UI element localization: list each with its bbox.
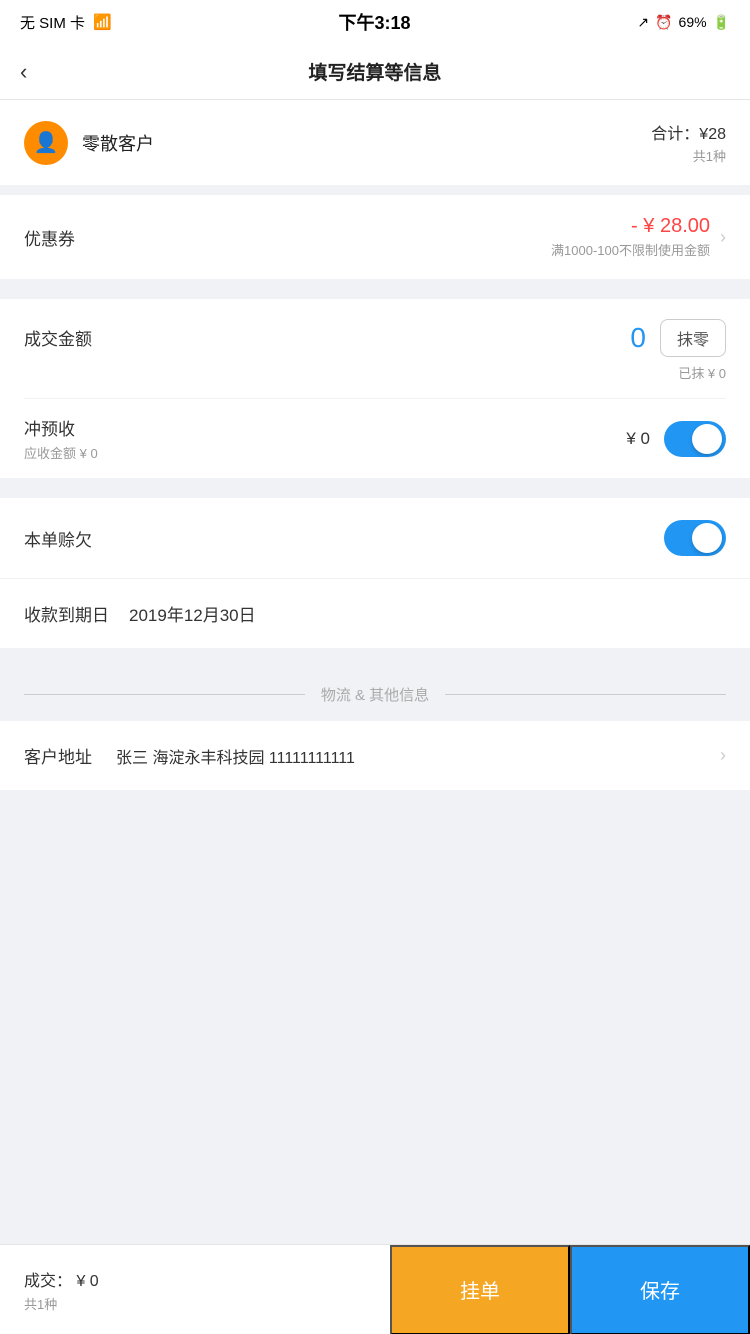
address-value: 张三 海淀永丰科技园 11111111111 [116,744,720,768]
duedate-value: 2019年12月30日 [129,601,256,626]
status-time: 下午3:18 [339,9,411,35]
address-card[interactable]: 客户地址 张三 海淀永丰科技园 11111111111 › [0,721,750,790]
wifi-icon: 📶 [93,13,112,31]
battery-text: 69% [679,14,707,30]
address-label: 客户地址 [24,743,92,768]
prepayment-amount: ¥ 0 [626,429,650,449]
amount-value: 0 [630,322,646,354]
battery-icon: 🔋 [713,14,730,31]
avatar: 👤 [24,121,68,165]
avatar-icon: 👤 [34,130,59,155]
customer-name: 零散客户 [82,130,154,156]
amount-row: 成交金额 0 抹零 [0,299,750,363]
bottom-count-text: 共1种 [24,1294,366,1313]
chevron-right-icon: › [720,227,726,248]
status-bar: 无 SIM 卡 📶 下午3:18 ↗ ⏰ 69% 🔋 [0,0,750,44]
prepayment-right: ¥ 0 [626,421,726,457]
customer-row: 👤 零散客户 合计：¥28 共1种 [0,100,750,185]
status-right: ↗ ⏰ 69% 🔋 [637,14,730,31]
already-rounded-text: 已抹 ¥ 0 [0,363,750,398]
customer-total: 合计：¥28 [651,120,726,144]
back-button[interactable]: ‹ [20,59,27,85]
customer-right: 合计：¥28 共1种 [651,120,726,165]
hang-order-button[interactable]: 挂单 [390,1245,570,1334]
logistics-section: 物流 & 其他信息 [0,668,750,721]
customer-count: 共1种 [651,146,726,165]
debt-row: 本单赊欠 [0,498,750,578]
bottom-info: 成交： ¥ 0 共1种 [0,1267,390,1313]
amount-label: 成交金额 [24,319,92,350]
transaction-card: 成交金额 0 抹零 已抹 ¥ 0 冲预收 应收金额 ¥ 0 ¥ 0 [0,299,750,478]
nav-bar: ‹ 填写结算等信息 [0,44,750,100]
coupon-right: - ¥ 28.00 满1000-100不限制使用金额 [551,215,710,259]
coupon-label: 优惠券 [24,225,75,250]
prepayment-toggle[interactable] [664,421,726,457]
toggle-knob [692,424,722,454]
content-area: 👤 零散客户 合计：¥28 共1种 优惠券 - ¥ 28.00 满1000-10… [0,100,750,900]
coupon-desc: 满1000-100不限制使用金额 [551,240,710,259]
section-divider [0,289,750,299]
coupon-card[interactable]: 优惠券 - ¥ 28.00 满1000-100不限制使用金额 › [0,195,750,279]
prepayment-left: 冲预收 应收金额 ¥ 0 [24,415,98,462]
prepayment-sublabel: 应收金额 ¥ 0 [24,443,98,462]
round-zero-button[interactable]: 抹零 [660,319,726,357]
amount-right: 0 抹零 [630,319,726,357]
section-divider-2 [0,488,750,498]
coupon-row[interactable]: 优惠券 - ¥ 28.00 满1000-100不限制使用金额 › [0,195,750,279]
status-left: 无 SIM 卡 📶 [20,12,112,33]
bottom-deal-text: 成交： ¥ 0 [24,1267,366,1291]
toggle-knob-2 [692,523,722,553]
address-chevron-icon: › [720,745,726,766]
location-icon: ↗ [637,14,649,31]
duedate-row: 收款到期日 2019年12月30日 [0,578,750,648]
save-button[interactable]: 保存 [570,1245,750,1334]
debt-card: 本单赊欠 收款到期日 2019年12月30日 [0,498,750,648]
section-divider-3 [0,658,750,668]
debt-label: 本单赊欠 [24,526,92,551]
alarm-icon: ⏰ [655,14,672,31]
coupon-amount: - ¥ 28.00 [551,215,710,238]
prepayment-label: 冲预收 [24,415,98,440]
logistics-title: 物流 & 其他信息 [305,684,445,705]
address-row[interactable]: 客户地址 张三 海淀永丰科技园 11111111111 › [0,721,750,790]
customer-card: 👤 零散客户 合计：¥28 共1种 [0,100,750,185]
bottom-bar: 成交： ¥ 0 共1种 挂单 保存 [0,1244,750,1334]
customer-left: 👤 零散客户 [24,121,154,165]
logistics-divider: 物流 & 其他信息 [0,684,750,705]
no-sim-text: 无 SIM 卡 [20,12,85,33]
duedate-label: 收款到期日 [24,601,109,626]
debt-toggle[interactable] [664,520,726,556]
page-title: 填写结算等信息 [308,58,441,85]
prepayment-row: 冲预收 应收金额 ¥ 0 ¥ 0 [0,399,750,478]
